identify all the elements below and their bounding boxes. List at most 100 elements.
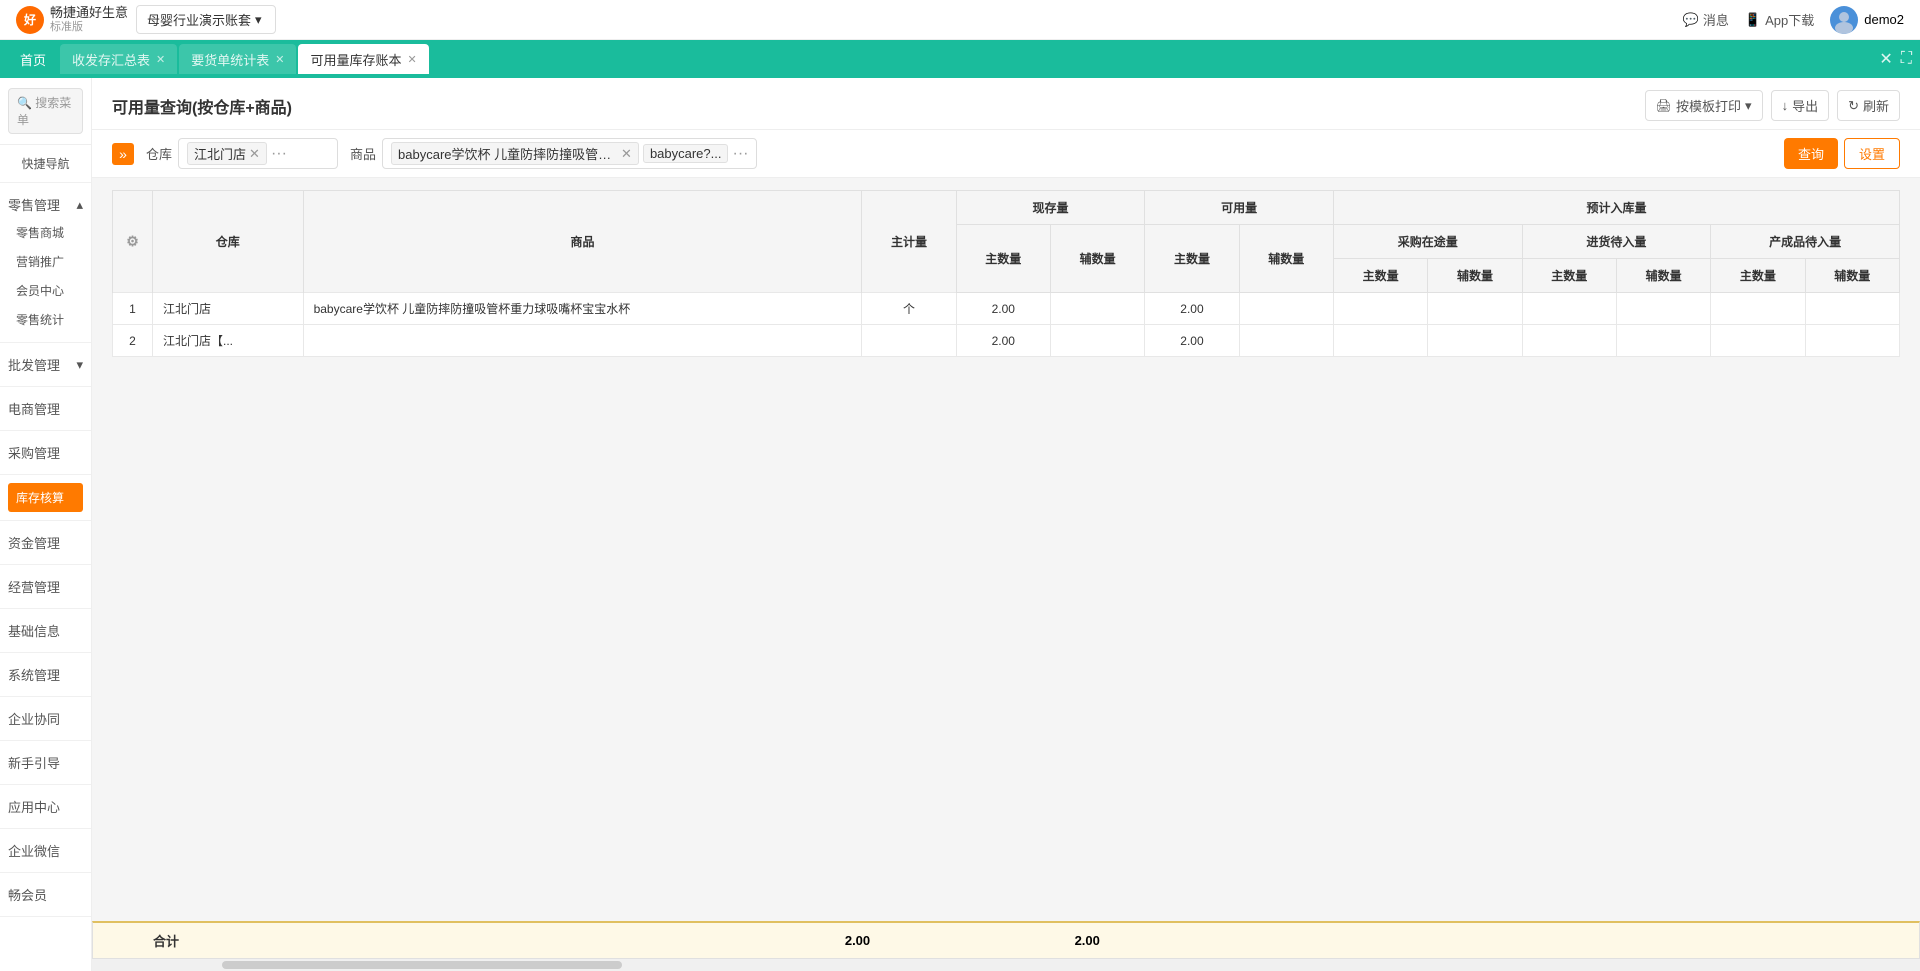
footer-row: 合计 2.00 2.00 [113,931,1899,950]
horizontal-scrollbar[interactable] [92,959,1920,971]
sidebar-section-inventory: 库存核算 [0,475,91,521]
footer-cell-empty-1 [113,931,153,950]
th-purchase-transit-main: 主数量 [1333,259,1427,293]
th-forecast-group: 预计入库量 [1333,191,1899,225]
cell-prod-pend-aux-1 [1805,325,1899,357]
sidebar-section-header-enterprise[interactable]: 企业协同 [8,705,83,732]
th-product-pending-group: 产成品待入量 [1711,225,1900,259]
sidebar-section-new-guide: 新手引导 [0,741,91,785]
print-template-button[interactable]: 🖨 按模板打印 ▾ [1645,90,1763,121]
message-button[interactable]: 💬 消息 [1683,10,1729,29]
warehouse-tag-remove[interactable]: ✕ [249,146,260,162]
sidebar-section-header-system[interactable]: 系统管理 [8,661,83,688]
sidebar-section-ent-wechat: 企业微信 [0,829,91,873]
chevron-up-icon: ▴ [76,197,83,213]
th-current-stock-main: 主数量 [956,225,1050,293]
sidebar-section-header-app-center[interactable]: 应用中心 [8,793,83,820]
refresh-icon: ↻ [1848,98,1859,114]
th-goods-pending-main: 主数量 [1522,259,1616,293]
industry-selector[interactable]: 母婴行业演示账套 ▾ [136,5,276,34]
cell-current-aux-0 [1050,293,1144,325]
sidebar-search-button[interactable]: 🔍 搜索菜单 [8,88,83,134]
sidebar-section-header-business[interactable]: 经营管理 [8,573,83,600]
sidebar-section-purchase: 采购管理 [0,431,91,475]
user-avatar-area[interactable]: demo2 [1830,6,1904,34]
th-goods-pending-group: 进货待入量 [1522,225,1711,259]
warehouse-input[interactable]: 江北门店 ✕ ··· [178,138,338,169]
footer-current-stock-main: 2.00 [796,931,919,950]
sidebar-item-marketing[interactable]: 营销推广 [8,247,83,276]
page-header-actions: 🖨 按模板打印 ▾ ↓ 导出 ↻ 刷新 [1645,90,1901,121]
cell-goods-pend-aux-0 [1616,293,1710,325]
sidebar-section-header-basic[interactable]: 基础信息 [8,617,83,644]
cell-avail-main-0: 2.00 [1145,293,1239,325]
settings-button[interactable]: 设置 [1844,138,1900,169]
maximize-icon[interactable]: ⛶ [1901,50,1912,68]
sidebar-section-header-new-guide[interactable]: 新手引导 [8,749,83,776]
th-settings[interactable]: ⚙ [113,191,153,293]
sidebar-section-header-retail[interactable]: 零售管理 ▴ [8,191,83,218]
footer-cell-empty-3 [704,931,796,950]
th-product-pending-main: 主数量 [1711,259,1805,293]
th-current-stock-group: 现存量 [956,191,1145,225]
sidebar-item-members[interactable]: 会员中心 [8,276,83,305]
product-tag-1-remove[interactable]: ✕ [621,146,632,162]
cell-pur-transit-aux-1 [1428,325,1522,357]
sidebar-section-business: 经营管理 [0,565,91,609]
product-tag-2: babycare?... [643,144,729,163]
tab-receipt-summary[interactable]: 收发存汇总表 ✕ [60,44,177,74]
footer-cell-empty-9 [1577,931,1684,950]
tab-close-available-stock[interactable]: ✕ [408,53,417,66]
cell-goods-pend-main-1 [1522,325,1616,357]
table-footer: 合计 2.00 2.00 [92,921,1920,959]
tab-order-stats[interactable]: 要货单统计表 ✕ [179,44,296,74]
content-area: 可用量查询(按仓库+商品) 🖨 按模板打印 ▾ ↓ 导出 ↻ 刷新 » [92,78,1920,971]
product-more-icon[interactable]: ··· [732,145,748,163]
sidebar-section-system: 系统管理 [0,653,91,697]
sidebar-section-header-finance[interactable]: 资金管理 [8,529,83,556]
settings-icon[interactable]: ⚙ [126,233,139,249]
footer-cell-empty-8 [1470,931,1577,950]
th-purchase-transit-group: 采购在途量 [1333,225,1522,259]
th-goods-pending-aux: 辅数量 [1616,259,1710,293]
th-available-group: 可用量 [1145,191,1334,225]
product-input[interactable]: babycare学饮杯 儿童防摔防撞吸管杯重力球吸嘴杯宝宝水杯 ✕ babyca… [382,138,757,169]
filter-expand-button[interactable]: » [112,143,134,165]
tab-close-order-stats[interactable]: ✕ [275,53,284,66]
page-title: 可用量查询(按仓库+商品) [112,94,292,118]
sidebar-section-header-member-plus[interactable]: 畅会员 [8,881,83,908]
cell-num-1: 2 [113,325,153,357]
footer-label: 合计 [153,931,306,950]
tab-bar-actions: ✕ ⛶ [1879,49,1912,69]
logo-icon: 好 [16,6,44,34]
sidebar-section-finance: 资金管理 [0,521,91,565]
close-window-icon[interactable]: ✕ [1879,49,1892,69]
sidebar-item-quick-nav[interactable]: 快捷导航 [0,145,91,183]
tab-home[interactable]: 首页 [8,44,58,74]
refresh-button[interactable]: ↻ 刷新 [1837,90,1900,121]
th-available-aux: 辅数量 [1239,225,1333,293]
cell-avail-aux-1 [1239,325,1333,357]
warehouse-more-icon[interactable]: ··· [271,145,287,163]
cell-goods-pend-main-0 [1522,293,1616,325]
query-button[interactable]: 查询 [1784,138,1838,169]
table-area: ⚙ 仓库 商品 主计量 现存量 可用量 预计入库量 主数量 辅数量 [92,178,1920,921]
app-download-button[interactable]: 📱 App下载 [1745,10,1814,29]
scrollbar-thumb[interactable] [222,961,622,969]
sidebar-item-retail-mall[interactable]: 零售商城 [8,218,83,247]
table-body: 1 江北门店 babycare学饮杯 儿童防摔防撞吸管杯重力球吸嘴杯宝宝水杯 个… [113,293,1900,357]
sidebar-section-header-wholesale[interactable]: 批发管理 ▾ [8,351,83,378]
tab-available-stock[interactable]: 可用量库存账本 ✕ [298,44,428,74]
tab-close-receipt-summary[interactable]: ✕ [156,53,165,66]
sidebar-item-inventory-check[interactable]: 库存核算 [8,483,83,512]
th-available-main: 主数量 [1145,225,1239,293]
filter-actions: 查询 设置 [1784,138,1900,169]
sidebar-section-header-ecommerce[interactable]: 电商管理 [8,395,83,422]
sidebar-section-header-purchase[interactable]: 采购管理 [8,439,83,466]
export-button[interactable]: ↓ 导出 [1771,90,1830,121]
cell-prod-pend-main-1 [1711,325,1805,357]
sidebar-section-enterprise: 企业协同 [0,697,91,741]
sidebar-section-retail: 零售管理 ▴ 零售商城 营销推广 会员中心 零售统计 [0,183,91,343]
sidebar-section-header-ent-wechat[interactable]: 企业微信 [8,837,83,864]
sidebar-item-retail-stats[interactable]: 零售统计 [8,305,83,334]
